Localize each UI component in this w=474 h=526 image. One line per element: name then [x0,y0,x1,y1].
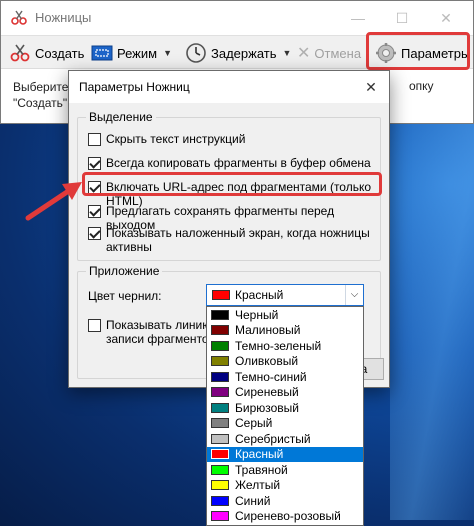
dialog-title: Параметры Ножниц [79,80,190,94]
instructions-text: Выберите "Создать". [13,79,70,111]
color-option-label: Оливковый [235,354,299,369]
option-copy-clipboard[interactable]: Всегда копировать фрагменты в буфер обме… [88,156,371,170]
color-option-label: Серебристый [235,431,311,446]
scissors-icon [11,10,27,25]
color-swatch [211,387,229,398]
color-swatch [211,495,229,506]
minimize-icon[interactable]: — [341,7,375,29]
option-show-overlay[interactable]: Показывать наложенный экран, когда ножни… [88,226,370,254]
option-label: Показывать наложенный экран, когда ножни… [106,226,370,254]
checkbox[interactable] [88,227,101,240]
option-hide-instructions[interactable]: Скрыть текст инструкций [88,132,245,146]
color-option-label: Серый [235,416,273,431]
ink-color-dropdown[interactable]: Черный Малиновый Темно-зеленый Оливковый Тем… [206,306,364,526]
color-option-label: Травяной [235,462,288,477]
ink-color-value: Красный [235,288,284,302]
color-option-label: Красный [235,447,284,462]
scissors-icon [10,44,30,62]
color-swatch [211,511,229,522]
option-label-line-1: Показывать наложенный экран, когда ножни… [106,226,370,240]
option-label-line-2: записи фрагментов [106,332,215,346]
application-group-label: Приложение [86,264,163,278]
ink-color-label: Цвет чернил: [88,289,162,303]
color-swatch [211,371,229,382]
checkbox[interactable] [88,133,101,146]
arrow-pointer-icon [25,182,82,221]
color-option[interactable]: Оливковый [207,354,363,370]
color-option-label: Темно-синий [235,369,307,384]
color-swatch [211,449,229,460]
create-label: Создать [35,45,85,61]
close-icon[interactable]: ✕ [359,76,383,98]
color-swatch [211,325,229,336]
color-option-label: Малиновый [235,323,301,338]
maximize-icon[interactable]: ☐ [385,7,419,29]
url-option-highlight-box [82,172,382,196]
cancel-snip-label: Отмена [314,45,362,61]
titlebar: Ножницы — ☐ ✕ [1,1,473,35]
color-swatch [211,480,229,491]
color-option[interactable]: Черный [207,307,363,323]
delay-label: Задержать [211,45,277,61]
color-option-label: Черный [235,307,279,322]
color-option-label: Сиреневый [235,385,299,400]
color-option-label: Темно-зеленый [235,338,322,353]
checkbox[interactable] [88,205,101,218]
window-title: Ножницы [35,10,92,25]
dialog-titlebar: Параметры Ножниц ✕ [69,71,389,103]
mode-button[interactable]: Режим ▼ [91,40,172,66]
color-option[interactable]: Серебристый [207,431,363,447]
close-icon[interactable]: ✕ [429,7,463,29]
mode-label: Режим [117,45,158,61]
color-option[interactable]: Травяной [207,462,363,478]
color-option[interactable]: Сиренево-розовый [207,509,363,525]
color-swatch [211,464,229,475]
rectangle-snip-icon [91,45,113,61]
color-swatch [211,433,229,444]
options-highlight-box [366,32,470,70]
color-swatch [211,402,229,413]
color-option[interactable]: Серый [207,416,363,432]
color-option[interactable]: Сиреневый [207,385,363,401]
color-option[interactable]: Темно-синий [207,369,363,385]
color-option-label: Сиренево-розовый [235,509,341,524]
clock-icon [186,43,206,63]
chevron-down-icon[interactable]: ▼ [283,48,292,58]
create-button[interactable]: Создать [9,40,84,66]
chevron-down-icon[interactable]: ▼ [163,48,172,58]
cancel-snip-button[interactable]: ✕ Отмена [297,40,361,66]
color-option-label: Бирюзовый [235,400,299,415]
color-option[interactable]: Темно-зеленый [207,338,363,354]
color-option[interactable]: Синий [207,493,363,509]
delay-button[interactable]: Задержать ▼ [185,40,291,66]
color-option-label: Желтый [235,478,281,493]
selection-group-label: Выделение [86,110,156,124]
color-swatch [211,356,229,367]
wallpaper-light [390,100,474,520]
option-label: Скрыть текст инструкций [106,132,246,146]
color-option[interactable]: Малиновый [207,323,363,339]
instructions-line-2: "Создать". [13,96,71,110]
color-swatch [211,418,229,429]
chevron-down-icon[interactable]: ⌵ [345,285,363,305]
ink-color-select[interactable]: Красный ⌵ [206,284,364,306]
x-icon: ✕ [297,45,311,62]
option-label-line-2: активны [106,240,152,254]
color-option[interactable]: Бирюзовый [207,400,363,416]
checkbox[interactable] [88,319,101,332]
instructions-tail: опку [409,79,434,93]
color-swatch [211,309,229,320]
color-option[interactable]: Красный [207,446,363,462]
instructions-line-1: Выберите [13,80,69,94]
color-swatch [211,340,229,351]
option-label: Всегда копировать фрагменты в буфер обме… [106,156,371,170]
color-option[interactable]: Желтый [207,478,363,494]
checkbox[interactable] [88,157,101,170]
color-swatch [212,290,230,300]
color-option-label: Синий [235,493,271,508]
